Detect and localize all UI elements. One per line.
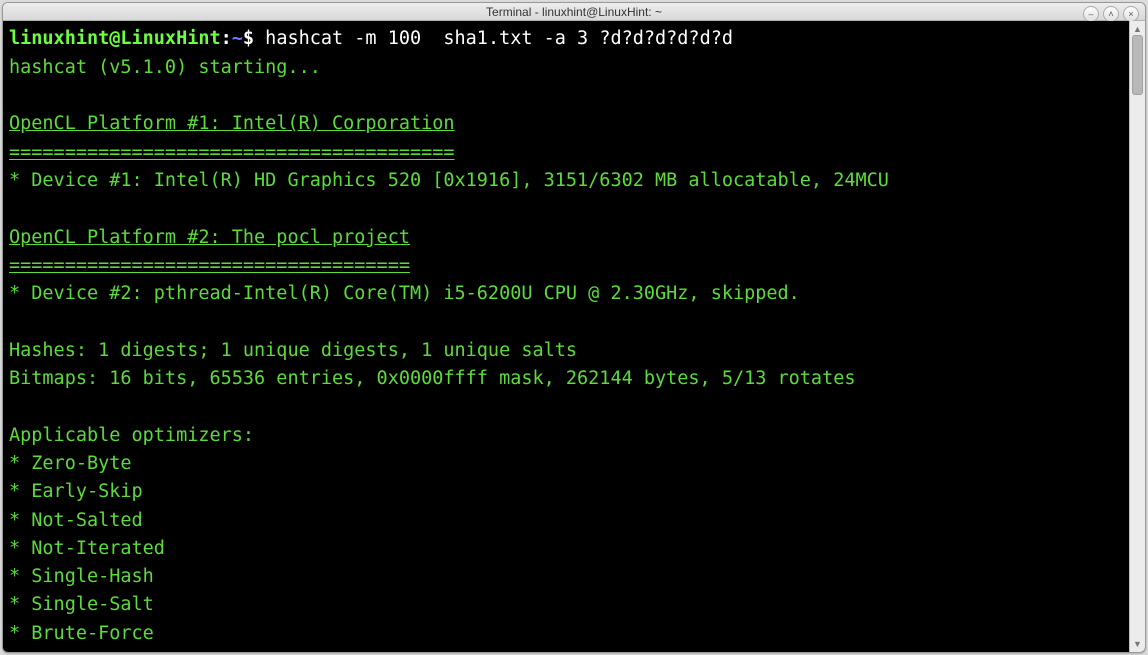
window-controls: – ˄ ×	[1083, 6, 1139, 22]
scrollbar[interactable]: ▲ ▼	[1129, 21, 1145, 652]
minimize-button[interactable]: –	[1083, 6, 1099, 22]
platform2-rule: ====================================	[9, 255, 410, 276]
optimizer-item: * Single-Salt	[9, 594, 154, 615]
output-line: hashcat (v5.1.0) starting...	[9, 57, 321, 78]
titlebar: Terminal - linuxhint@LinuxHint: ~ – ˄ ×	[3, 3, 1145, 21]
command-text: hashcat -m 100 sha1.txt -a 3 ?d?d?d?d?d?…	[254, 28, 733, 49]
optimizer-item: * Zero-Byte	[9, 453, 132, 474]
terminal-window: Terminal - linuxhint@LinuxHint: ~ – ˄ × …	[2, 2, 1146, 653]
platform2-header: OpenCL Platform #2: The pocl project	[9, 227, 410, 248]
optimizer-item: * Brute-Force	[9, 623, 154, 644]
hashes-line: Hashes: 1 digests; 1 unique digests, 1 u…	[9, 340, 577, 361]
optimizers-header: Applicable optimizers:	[9, 425, 254, 446]
scroll-up-icon[interactable]: ▲	[1132, 23, 1144, 35]
optimizer-item: * Not-Salted	[9, 510, 143, 531]
optimizer-item: * Early-Skip	[9, 481, 143, 502]
scroll-down-icon[interactable]: ▼	[1132, 638, 1144, 650]
scroll-thumb[interactable]	[1132, 35, 1143, 95]
optimizer-item: * Not-Iterated	[9, 538, 165, 559]
window-title: Terminal - linuxhint@LinuxHint: ~	[486, 5, 662, 19]
platform1-header: OpenCL Platform #1: Intel(R) Corporation	[9, 113, 455, 134]
prompt-userhost: linuxhint@LinuxHint	[9, 28, 221, 49]
prompt-colon: :	[221, 28, 232, 49]
prompt-dollar: $	[243, 28, 254, 49]
platform1-rule: ========================================	[9, 142, 455, 163]
close-button[interactable]: ×	[1123, 6, 1139, 22]
optimizer-item: * Single-Hash	[9, 566, 154, 587]
scroll-track[interactable]	[1130, 35, 1145, 638]
bitmaps-line: Bitmaps: 16 bits, 65536 entries, 0x0000f…	[9, 368, 855, 389]
terminal-output[interactable]: linuxhint@LinuxHint:~$ hashcat -m 100 sh…	[3, 21, 1129, 652]
maximize-button[interactable]: ˄	[1103, 6, 1119, 22]
device2-line: * Device #2: pthread-Intel(R) Core(TM) i…	[9, 283, 800, 304]
terminal-body: linuxhint@LinuxHint:~$ hashcat -m 100 sh…	[3, 21, 1145, 652]
device1-line: * Device #1: Intel(R) HD Graphics 520 [0…	[9, 170, 889, 191]
prompt-path: ~	[232, 28, 243, 49]
